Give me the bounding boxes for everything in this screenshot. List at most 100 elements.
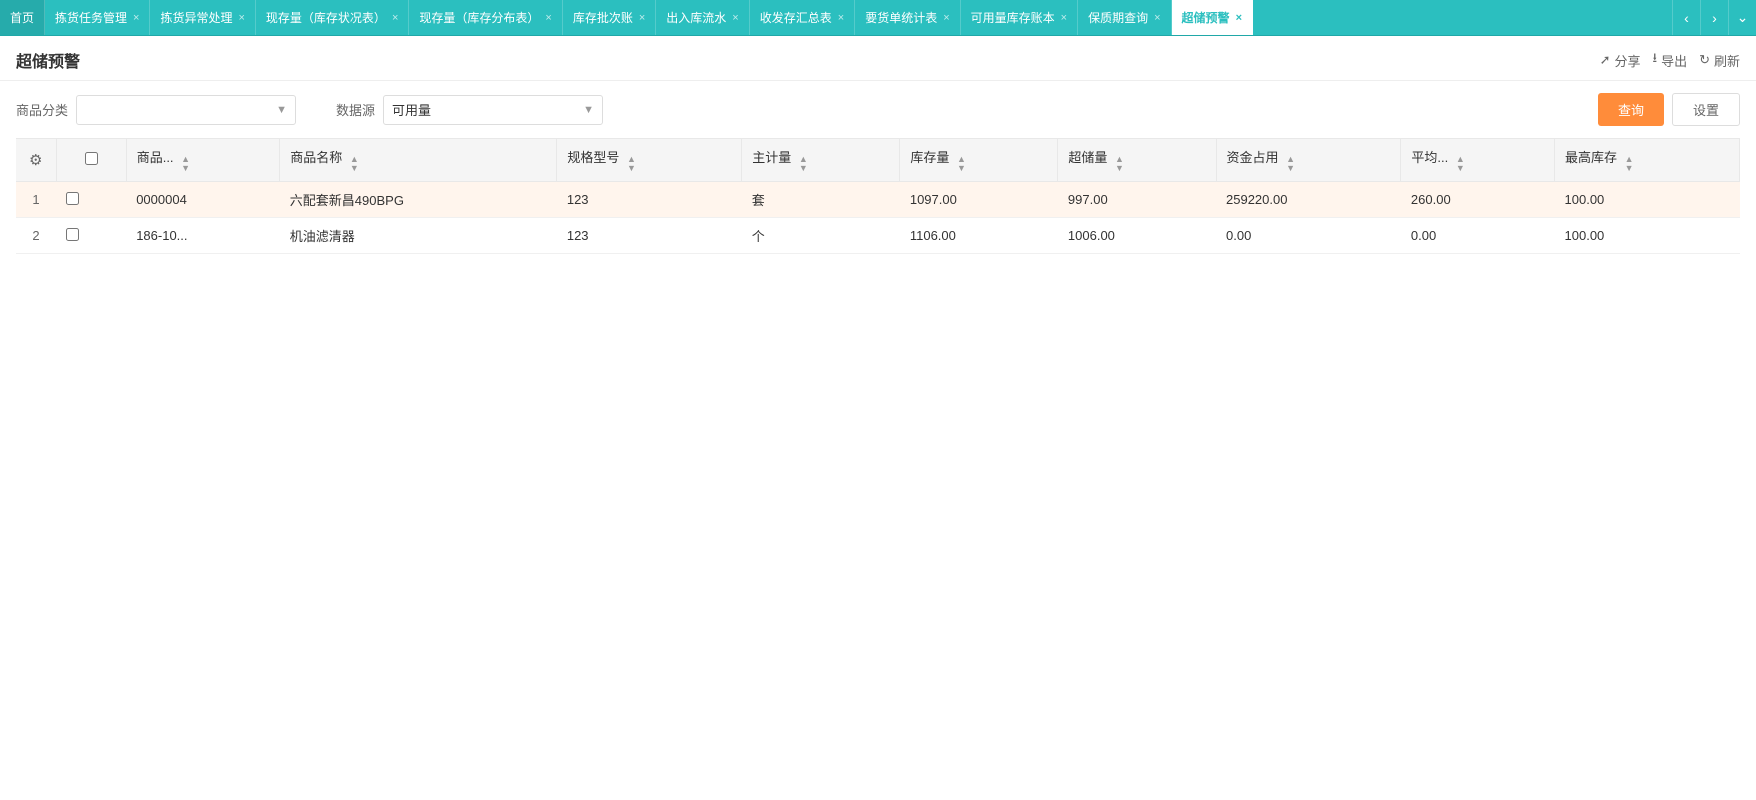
close-quality-icon[interactable]: × [1154, 12, 1160, 24]
sort-product-code-icon: ▲▼ [181, 155, 190, 173]
sort-avg-icon: ▲▼ [1456, 155, 1465, 173]
category-select[interactable]: ▼ [76, 95, 296, 125]
close-flow-icon[interactable]: × [732, 12, 738, 24]
row-capital: 0.00 [1216, 218, 1401, 254]
row-num: 1 [16, 182, 56, 218]
filter-area: 商品分类 ▼ 数据源 可用量 ▼ 查询 设置 [0, 81, 1756, 138]
nav-item-quality[interactable]: 保质期查询 × [1078, 0, 1171, 35]
row-stock: 1097.00 [900, 182, 1058, 218]
sort-overstock-icon: ▲▼ [1115, 155, 1124, 173]
page-title: 超储预警 [16, 48, 80, 72]
page-header: 超储预警 ➚ 分享 ⭳ 导出 ↻ 刷新 [0, 36, 1756, 81]
header-checkbox[interactable] [56, 139, 126, 182]
row-max-stock: 100.00 [1555, 218, 1740, 254]
datasource-label: 数据源 [336, 100, 375, 119]
header-product-code[interactable]: 商品... ▲▼ [126, 139, 280, 182]
row-select-checkbox[interactable] [66, 228, 79, 241]
header-product-name[interactable]: 商品名称 ▲▼ [280, 139, 557, 182]
select-all-checkbox[interactable] [85, 152, 98, 165]
header-overstock[interactable]: 超储量 ▲▼ [1058, 139, 1216, 182]
close-summary-icon[interactable]: × [838, 12, 844, 24]
close-batch-icon[interactable]: × [639, 12, 645, 24]
sort-spec-icon: ▲▼ [627, 155, 636, 173]
row-product-code: 0000004 [126, 182, 280, 218]
nav-item-exception[interactable]: 拣货异常处理 × [150, 0, 255, 35]
nav-next-arrow[interactable]: › [1700, 0, 1728, 35]
table-header-row: ⚙ 商品... ▲▼ 商品名称 ▲▼ 规格型号 ▲▼ 主计 [16, 139, 1740, 182]
row-checkbox[interactable] [56, 218, 126, 254]
nav-item-task[interactable]: 拣货任务管理 × [45, 0, 150, 35]
close-stock-dist-icon[interactable]: × [545, 12, 551, 24]
top-navigation: 首页 拣货任务管理 × 拣货异常处理 × 现存量（库存状况表） × 现存量（库存… [0, 0, 1756, 36]
nav-item-summary[interactable]: 收发存汇总表 × [750, 0, 855, 35]
close-available-icon[interactable]: × [1061, 12, 1067, 24]
share-icon: ➚ [1600, 52, 1611, 68]
row-capital: 259220.00 [1216, 182, 1401, 218]
nav-item-available[interactable]: 可用量库存账本 × [961, 0, 1078, 35]
close-task-icon[interactable]: × [133, 12, 139, 24]
nav-item-overstock[interactable]: 超储预警 × [1172, 0, 1253, 35]
export-button[interactable]: ⭳ 导出 [1653, 49, 1688, 71]
filter-buttons: 查询 设置 [1598, 93, 1740, 126]
row-product-name: 六配套新昌490BPG [280, 182, 557, 218]
row-checkbox[interactable] [56, 182, 126, 218]
sort-capital-icon: ▲▼ [1286, 155, 1295, 173]
category-dropdown-icon: ▼ [276, 104, 287, 116]
header-actions: ➚ 分享 ⭳ 导出 ↻ 刷新 [1600, 49, 1740, 71]
nav-item-stock-dist[interactable]: 现存量（库存分布表） × [409, 0, 562, 35]
row-avg: 260.00 [1401, 182, 1555, 218]
overstock-table: ⚙ 商品... ▲▼ 商品名称 ▲▼ 规格型号 ▲▼ 主计 [16, 138, 1740, 254]
header-stock[interactable]: 库存量 ▲▼ [900, 139, 1058, 182]
share-button[interactable]: ➚ 分享 [1600, 51, 1641, 70]
sort-max-stock-icon: ▲▼ [1625, 155, 1634, 173]
nav-item-order-stat[interactable]: 要货单统计表 × [855, 0, 960, 35]
nav-item-flow[interactable]: 出入库流水 × [656, 0, 749, 35]
row-num: 2 [16, 218, 56, 254]
refresh-button[interactable]: ↻ 刷新 [1699, 51, 1740, 70]
table-row: 2186-10...机油滤清器123个1106.001006.000.000.0… [16, 218, 1740, 254]
nav-item-batch[interactable]: 库存批次账 × [563, 0, 656, 35]
row-select-checkbox[interactable] [66, 192, 79, 205]
row-unit: 套 [742, 182, 900, 218]
datasource-select-value: 可用量 [392, 100, 431, 119]
close-stock-status-icon[interactable]: × [392, 12, 398, 24]
row-product-name: 机油滤清器 [280, 218, 557, 254]
header-avg[interactable]: 平均... ▲▼ [1401, 139, 1555, 182]
sort-stock-icon: ▲▼ [957, 155, 966, 173]
table-container: ⚙ 商品... ▲▼ 商品名称 ▲▼ 规格型号 ▲▼ 主计 [0, 138, 1756, 254]
row-stock: 1106.00 [900, 218, 1058, 254]
close-exception-icon[interactable]: × [238, 12, 244, 24]
query-button[interactable]: 查询 [1598, 93, 1664, 126]
sort-product-name-icon: ▲▼ [350, 155, 359, 173]
nav-prev-arrow[interactable]: ‹ [1672, 0, 1700, 35]
gear-settings-icon[interactable]: ⚙ [29, 152, 42, 169]
row-spec: 123 [557, 218, 742, 254]
nav-menu-arrow[interactable]: ⌄ [1728, 0, 1756, 35]
nav-item-stock-status[interactable]: 现存量（库存状况表） × [256, 0, 409, 35]
header-unit[interactable]: 主计量 ▲▼ [742, 139, 900, 182]
datasource-filter: 数据源 可用量 ▼ [336, 95, 603, 125]
row-spec: 123 [557, 182, 742, 218]
row-overstock: 1006.00 [1058, 218, 1216, 254]
datasource-select[interactable]: 可用量 ▼ [383, 95, 603, 125]
table-row: 1 0000004六配套新昌490BPG123套1097.00997.002592… [16, 182, 1740, 218]
category-filter: 商品分类 ▼ [16, 95, 296, 125]
nav-item-home[interactable]: 首页 [0, 0, 45, 35]
close-order-stat-icon[interactable]: × [943, 12, 949, 24]
row-overstock: 997.00 [1058, 182, 1216, 218]
export-icon: ⭳ [1653, 49, 1658, 71]
refresh-icon: ↻ [1699, 52, 1710, 68]
row-avg: 0.00 [1401, 218, 1555, 254]
row-max-stock: 100.00 [1555, 182, 1740, 218]
header-max-stock[interactable]: 最高库存 ▲▼ [1555, 139, 1740, 182]
category-label: 商品分类 [16, 100, 68, 119]
settings-button[interactable]: 设置 [1672, 93, 1740, 126]
sort-unit-icon: ▲▼ [799, 155, 808, 173]
header-spec[interactable]: 规格型号 ▲▼ [557, 139, 742, 182]
datasource-dropdown-icon: ▼ [583, 104, 594, 116]
header-gear[interactable]: ⚙ [16, 139, 56, 182]
close-overstock-icon[interactable]: × [1236, 12, 1242, 24]
header-capital[interactable]: 资金占用 ▲▼ [1216, 139, 1401, 182]
row-product-code: 186-10... [126, 218, 280, 254]
row-unit: 个 [742, 218, 900, 254]
